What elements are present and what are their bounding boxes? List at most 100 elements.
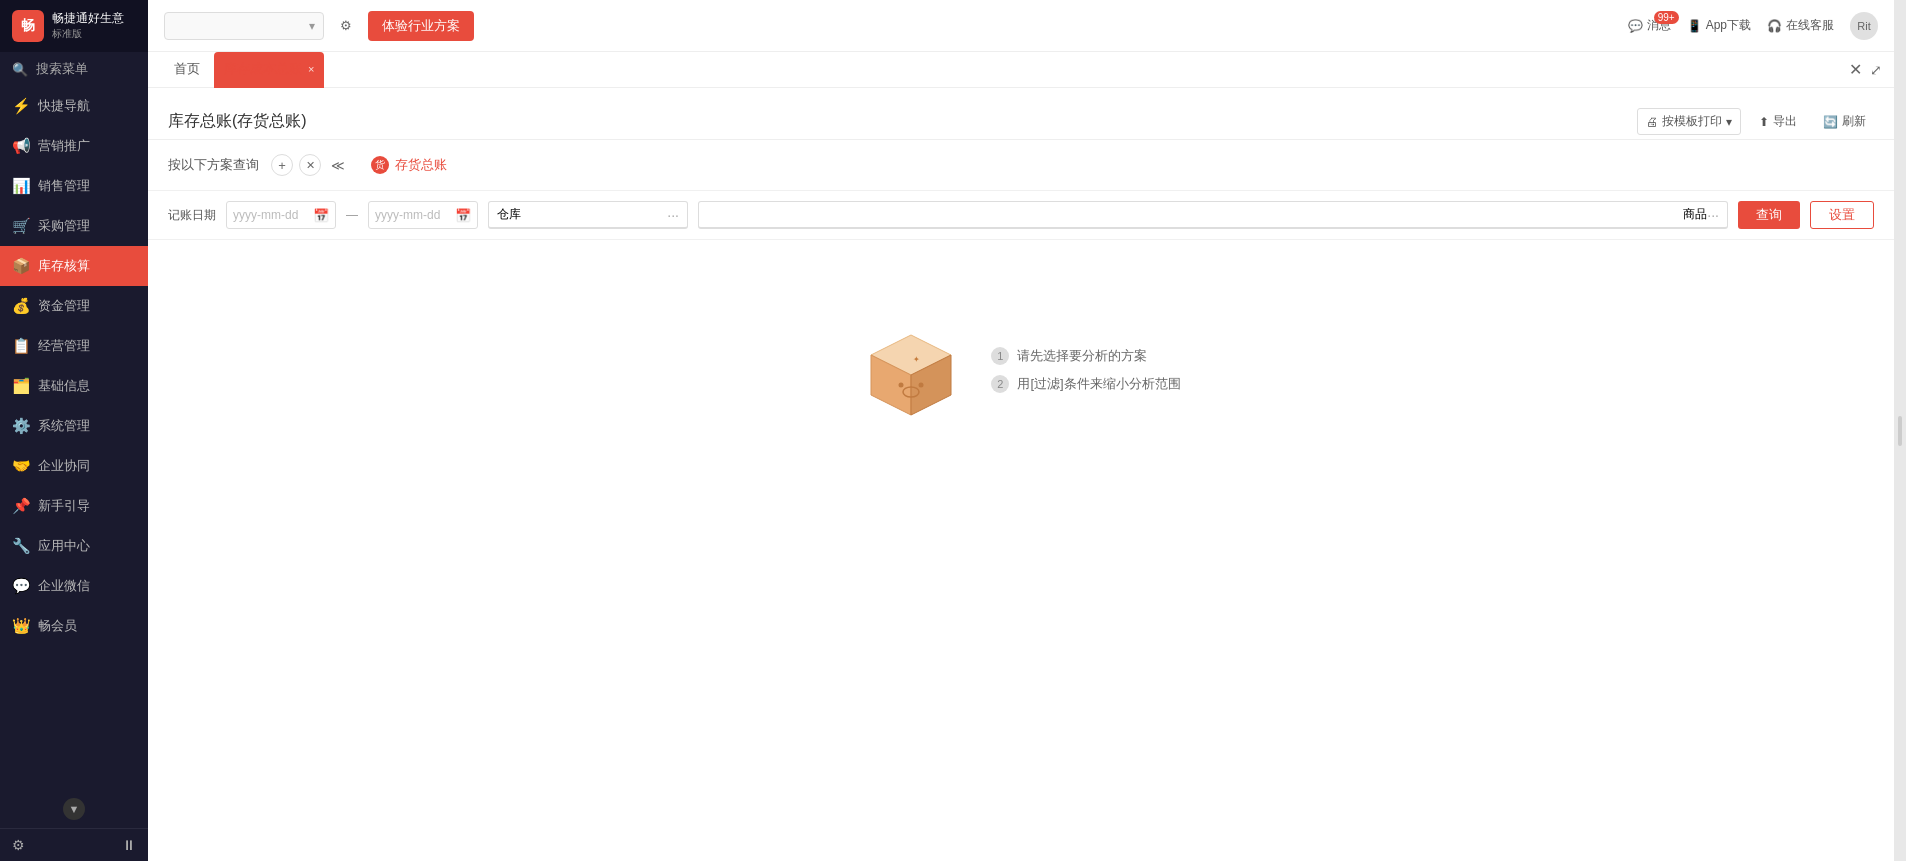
filter-row: 按以下方案查询 + ✕ ≪ 货 存货总账 xyxy=(168,152,1874,178)
scheme-item-label: 存货总账 xyxy=(395,156,447,174)
phone-icon: 📱 xyxy=(1687,19,1702,33)
svg-point-5 xyxy=(919,383,924,388)
sidebar-logo: 畅 畅捷通好生意 标准版 xyxy=(0,0,148,52)
sidebar-item-appcenter[interactable]: 🔧 应用中心 xyxy=(0,526,148,566)
settings-icon[interactable]: ⚙ xyxy=(12,837,25,853)
tabs-actions: ✕ ⤢ xyxy=(1849,60,1882,79)
sidebar-item-inventory[interactable]: 📦 库存核算 xyxy=(0,246,148,286)
sidebar-item-finance[interactable]: 💰 资金管理 xyxy=(0,286,148,326)
scroll-down-btn[interactable]: ▼ xyxy=(63,798,85,820)
sidebar-item-quick-nav[interactable]: ⚡ 快捷导航 xyxy=(0,86,148,126)
tab-inventory-ledger[interactable]: 库存成本总账 × xyxy=(214,52,324,88)
right-panel-handle xyxy=(1898,416,1902,446)
newbie-icon: 📌 xyxy=(12,497,30,515)
online-service-btn[interactable]: 🎧 在线客服 xyxy=(1767,17,1834,34)
warehouse-select[interactable]: 仓库 ··· xyxy=(488,201,688,229)
gear-icon[interactable]: ⚙ xyxy=(332,12,360,40)
sidebar-item-sales[interactable]: 📊 销售管理 xyxy=(0,166,148,206)
basic-icon: 🗂️ xyxy=(12,377,30,395)
tip-text-1: 请先选择要分析的方案 xyxy=(1017,347,1147,365)
main: ▾ ⚙ 体验行业方案 💬 消息 99+ 📱 App下载 🎧 在线客服 Rit xyxy=(148,0,1894,861)
refresh-label: 刷新 xyxy=(1842,113,1866,130)
refresh-btn[interactable]: 🔄 刷新 xyxy=(1815,109,1874,134)
headset-icon: 🎧 xyxy=(1767,19,1782,33)
sidebar-item-basic[interactable]: 🗂️ 基础信息 xyxy=(0,366,148,406)
sidebar-item-label: 系统管理 xyxy=(38,417,90,435)
query-button[interactable]: 查询 xyxy=(1738,201,1800,229)
warehouse-more-icon: ··· xyxy=(667,207,679,223)
close-panel-icon[interactable]: ✕ xyxy=(1849,60,1862,79)
sales-icon: 📊 xyxy=(12,177,30,195)
sidebar-item-label: 经营管理 xyxy=(38,337,90,355)
sidebar-item-label: 企业微信 xyxy=(38,577,90,595)
svg-text:✦: ✦ xyxy=(913,355,920,364)
business-icon: 📋 xyxy=(12,337,30,355)
filter-add-btn[interactable]: + xyxy=(271,154,293,176)
tip-num-1: 1 xyxy=(991,347,1009,365)
print-btn[interactable]: 🖨 按模板打印 ▾ xyxy=(1637,108,1741,135)
topbar-left: ▾ ⚙ 体验行业方案 xyxy=(164,11,1628,41)
page-title: 库存总账(存货总账) xyxy=(168,111,307,132)
empty-tip-2: 2 用[过滤]条件来缩小分析范围 xyxy=(991,375,1180,393)
appcenter-icon: 🔧 xyxy=(12,537,30,555)
filter-area: 按以下方案查询 + ✕ ≪ 货 存货总账 xyxy=(148,140,1894,191)
sidebar-item-business[interactable]: 📋 经营管理 xyxy=(0,326,148,366)
right-panel[interactable] xyxy=(1894,0,1906,861)
search-icon: 🔍 xyxy=(12,62,28,77)
message-btn[interactable]: 💬 消息 99+ xyxy=(1628,17,1671,34)
sidebar-item-enterprise[interactable]: 🤝 企业协同 xyxy=(0,446,148,486)
svg-point-4 xyxy=(899,383,904,388)
chevron-down-icon: ▾ xyxy=(309,19,315,33)
sidebar-search[interactable]: 🔍 搜索菜单 xyxy=(0,52,148,86)
goods-more-icon: ··· xyxy=(1707,207,1719,223)
filter-label: 按以下方案查询 xyxy=(168,156,259,174)
sidebar-item-label: 企业协同 xyxy=(38,457,90,475)
scheme-item[interactable]: 货 存货总账 xyxy=(361,152,457,178)
tabs: 首页 库存成本总账 × ✕ ⤢ xyxy=(148,52,1894,88)
sidebar-item-label: 新手引导 xyxy=(38,497,90,515)
export-btn[interactable]: ⬆ 导出 xyxy=(1751,109,1805,134)
goods-select[interactable]: 商品 ··· xyxy=(698,201,1728,229)
tab-home[interactable]: 首页 xyxy=(160,52,214,88)
collapse-icon[interactable]: ⏸ xyxy=(122,837,136,853)
sidebar-item-system[interactable]: ⚙️ 系统管理 xyxy=(0,406,148,446)
date-field-label: 记账日期 xyxy=(168,207,216,224)
app-name: 畅捷通好生意 xyxy=(52,11,124,27)
filter-expand-btn[interactable]: ≪ xyxy=(327,154,349,176)
sidebar-bottom: ⚙ ⏸ xyxy=(0,828,148,861)
page-header-actions: 🖨 按模板打印 ▾ ⬆ 导出 🔄 刷新 xyxy=(1637,108,1874,135)
sidebar-item-purchase[interactable]: 🛒 采购管理 xyxy=(0,206,148,246)
trial-button[interactable]: 体验行业方案 xyxy=(368,11,474,41)
sidebar-item-marketing[interactable]: 📢 营销推广 xyxy=(0,126,148,166)
calendar-end-icon: 📅 xyxy=(455,208,471,223)
setting-button[interactable]: 设置 xyxy=(1810,201,1874,229)
app-download-btn[interactable]: 📱 App下载 xyxy=(1687,17,1751,34)
filter-collapse-btn[interactable]: ✕ xyxy=(299,154,321,176)
date-end-input[interactable]: yyyy-mm-dd 📅 xyxy=(368,201,478,229)
tab-close-icon[interactable]: × xyxy=(308,63,314,75)
sidebar-item-newbie[interactable]: 📌 新手引导 xyxy=(0,486,148,526)
empty-tips: 1 请先选择要分析的方案 2 用[过滤]条件来缩小分析范围 xyxy=(991,347,1180,393)
print-arrow-icon: ▾ xyxy=(1726,115,1732,129)
warehouse-label: 仓库 xyxy=(497,206,521,223)
scheme-selector[interactable]: ▾ xyxy=(164,12,324,40)
sidebar-item-wechat[interactable]: 💬 企业微信 xyxy=(0,566,148,606)
query-form: 记账日期 yyyy-mm-dd 📅 — yyyy-mm-dd 📅 仓库 ··· … xyxy=(148,191,1894,240)
scheme-item-icon: 货 xyxy=(371,156,389,174)
empty-state-content: ✦ 1 请先选择要分析的方案 2 用[过滤]条件来缩小分析范围 xyxy=(861,320,1180,420)
tab-label: 库存成本总账 xyxy=(224,60,302,78)
system-icon: ⚙️ xyxy=(12,417,30,435)
user-avatar[interactable]: Rit xyxy=(1850,12,1878,40)
calendar-start-icon: 📅 xyxy=(313,208,329,223)
sidebar-item-label: 库存核算 xyxy=(38,257,90,275)
export-label: 导出 xyxy=(1773,113,1797,130)
wechat-icon: 💬 xyxy=(12,577,30,595)
refresh-icon: 🔄 xyxy=(1823,115,1838,129)
filter-actions: + ✕ ≪ xyxy=(271,154,349,176)
sidebar-item-member[interactable]: 👑 畅会员 xyxy=(0,606,148,646)
sidebar-item-label: 畅会员 xyxy=(38,617,77,635)
date-start-input[interactable]: yyyy-mm-dd 📅 xyxy=(226,201,336,229)
logo-icon: 畅 xyxy=(12,10,44,42)
sidebar: 畅 畅捷通好生意 标准版 🔍 搜索菜单 ⚡ 快捷导航 📢 营销推广 📊 销售管理… xyxy=(0,0,148,861)
expand-panel-icon[interactable]: ⤢ xyxy=(1870,62,1882,78)
